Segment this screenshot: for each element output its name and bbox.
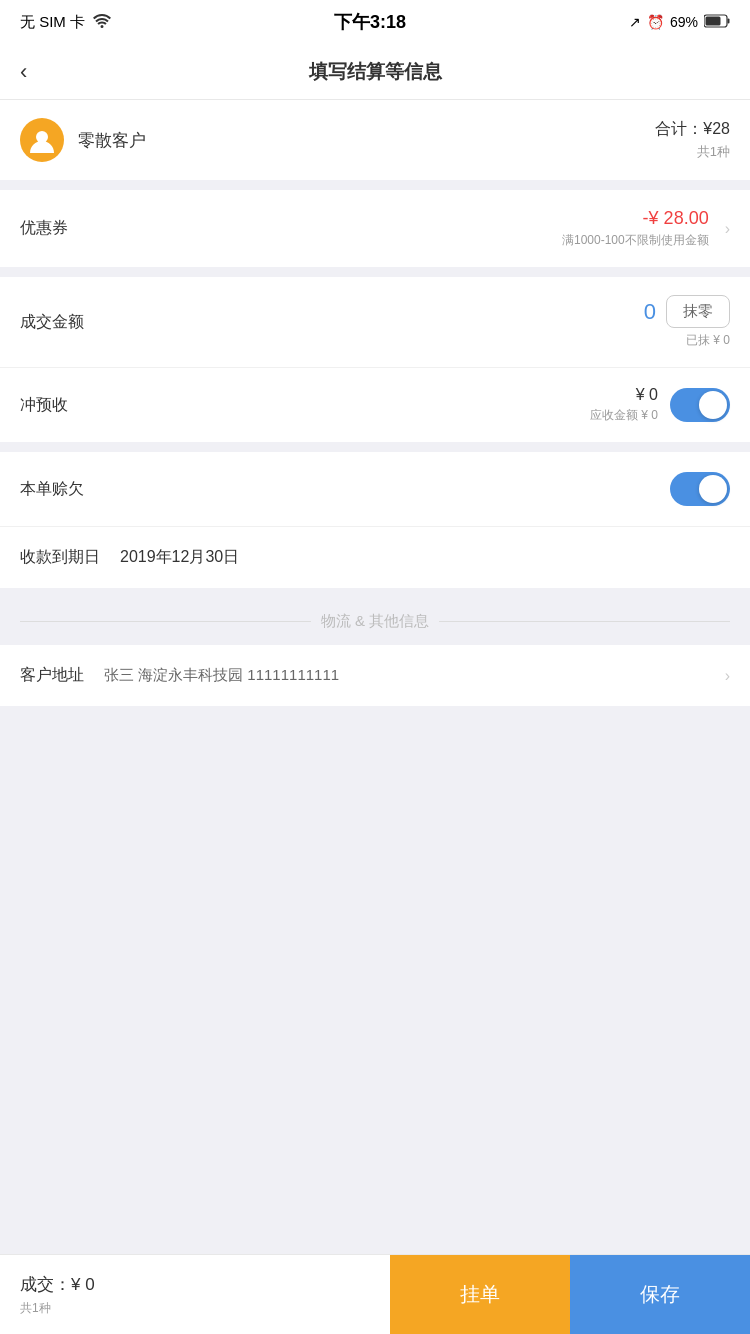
status-bar: 无 SIM 卡 下午3:18 ↗ ⏰ 69% — [0, 0, 750, 44]
content: 零散客户 合计：¥28 共1种 优惠券 -¥ 28.00 满1000-100不限… — [0, 100, 750, 816]
no-sim-text: 无 SIM 卡 — [20, 13, 85, 32]
alarm-icon: ⏰ — [647, 14, 664, 30]
page-title: 填写结算等信息 — [309, 59, 442, 85]
transaction-amount-value[interactable]: 0 — [616, 299, 656, 325]
address-row[interactable]: 客户地址 张三 海淀永丰科技园 11111111111 › — [0, 645, 750, 706]
svg-rect-2 — [727, 18, 729, 23]
transaction-amount-label: 成交金额 — [20, 312, 84, 333]
address-left: 客户地址 张三 海淀永丰科技园 11111111111 — [20, 665, 339, 686]
prepay-info: ¥ 0 应收金额 ¥ 0 — [590, 386, 658, 424]
logistics-line-left — [20, 621, 311, 622]
battery-text: 69% — [670, 14, 698, 30]
prepay-label: 冲预收 — [20, 395, 68, 416]
bottom-bar: 成交：¥ 0 共1种 挂单 保存 — [0, 1254, 750, 1334]
due-date-label: 收款到期日 — [20, 547, 100, 568]
due-date-value: 2019年12月30日 — [120, 547, 239, 568]
customer-name: 零散客户 — [78, 129, 146, 152]
status-time: 下午3:18 — [334, 10, 406, 34]
coupon-info: -¥ 28.00 满1000-100不限制使用金额 — [562, 208, 709, 249]
due-date-row[interactable]: 收款到期日 2019年12月30日 — [0, 527, 750, 588]
svg-rect-1 — [705, 16, 720, 25]
credit-toggle[interactable] — [670, 472, 730, 506]
customer-left: 零散客户 — [20, 118, 146, 162]
transaction-amount-row: 成交金额 0 抹零 已抹 ¥ 0 — [0, 277, 750, 368]
coupon-label: 优惠券 — [20, 218, 68, 239]
logistics-line-right — [439, 621, 730, 622]
credit-label: 本单赊欠 — [20, 479, 84, 500]
customer-count: 共1种 — [655, 143, 730, 161]
credit-section: 本单赊欠 收款到期日 2019年12月30日 — [0, 452, 750, 588]
address-value: 张三 海淀永丰科技园 11111111111 — [104, 666, 339, 685]
prepay-desc: 应收金额 ¥ 0 — [590, 407, 658, 424]
coupon-chevron-icon: › — [725, 220, 730, 238]
address-section: 客户地址 张三 海淀永丰科技园 11111111111 › — [0, 645, 750, 706]
address-label: 客户地址 — [20, 665, 84, 686]
status-left: 无 SIM 卡 — [20, 13, 111, 32]
prepay-amount: ¥ 0 — [590, 386, 658, 404]
coupon-right: -¥ 28.00 满1000-100不限制使用金额 › — [562, 208, 730, 249]
customer-avatar — [20, 118, 64, 162]
wifi-icon — [93, 14, 111, 31]
prepay-toggle[interactable] — [670, 388, 730, 422]
location-icon: ↗ — [629, 14, 641, 30]
hold-button[interactable]: 挂单 — [390, 1255, 570, 1334]
amount-top: 0 抹零 — [616, 295, 730, 328]
customer-total: 合计：¥28 — [655, 119, 730, 140]
bottom-deal-label: 成交： — [20, 1275, 71, 1294]
coupon-desc: 满1000-100不限制使用金额 — [562, 232, 709, 249]
status-right: ↗ ⏰ 69% — [629, 14, 730, 31]
nav-bar: ‹ 填写结算等信息 — [0, 44, 750, 100]
coupon-section: 优惠券 -¥ 28.00 满1000-100不限制使用金额 › — [0, 190, 750, 267]
coupon-discount: -¥ 28.00 — [562, 208, 709, 229]
prepay-toggle-knob — [699, 391, 727, 419]
bottom-count: 共1种 — [20, 1300, 370, 1317]
transaction-amount-right: 0 抹零 已抹 ¥ 0 — [616, 295, 730, 349]
logistics-header: 物流 & 其他信息 — [0, 598, 750, 645]
transaction-section: 成交金额 0 抹零 已抹 ¥ 0 冲预收 ¥ 0 应收金额 ¥ 0 — [0, 277, 750, 442]
customer-right: 合计：¥28 共1种 — [655, 119, 730, 161]
bottom-deal-text: 成交：¥ 0 — [20, 1273, 370, 1296]
round-button[interactable]: 抹零 — [666, 295, 730, 328]
bottom-deal-value: ¥ 0 — [71, 1275, 95, 1294]
prepay-right: ¥ 0 应收金额 ¥ 0 — [590, 386, 730, 424]
logistics-title: 物流 & 其他信息 — [321, 612, 429, 631]
bottom-actions: 挂单 保存 — [390, 1255, 750, 1334]
battery-icon — [704, 14, 730, 31]
back-button[interactable]: ‹ — [20, 59, 27, 85]
customer-row: 零散客户 合计：¥28 共1种 — [0, 100, 750, 180]
coupon-row[interactable]: 优惠券 -¥ 28.00 满1000-100不限制使用金额 › — [0, 190, 750, 267]
address-chevron-icon: › — [725, 667, 730, 685]
transaction-amount-sub: 已抹 ¥ 0 — [686, 332, 730, 349]
bottom-info: 成交：¥ 0 共1种 — [0, 1273, 390, 1317]
prepay-row: 冲预收 ¥ 0 应收金额 ¥ 0 — [0, 368, 750, 442]
credit-row: 本单赊欠 — [0, 452, 750, 527]
credit-toggle-knob — [699, 475, 727, 503]
save-button[interactable]: 保存 — [570, 1255, 750, 1334]
